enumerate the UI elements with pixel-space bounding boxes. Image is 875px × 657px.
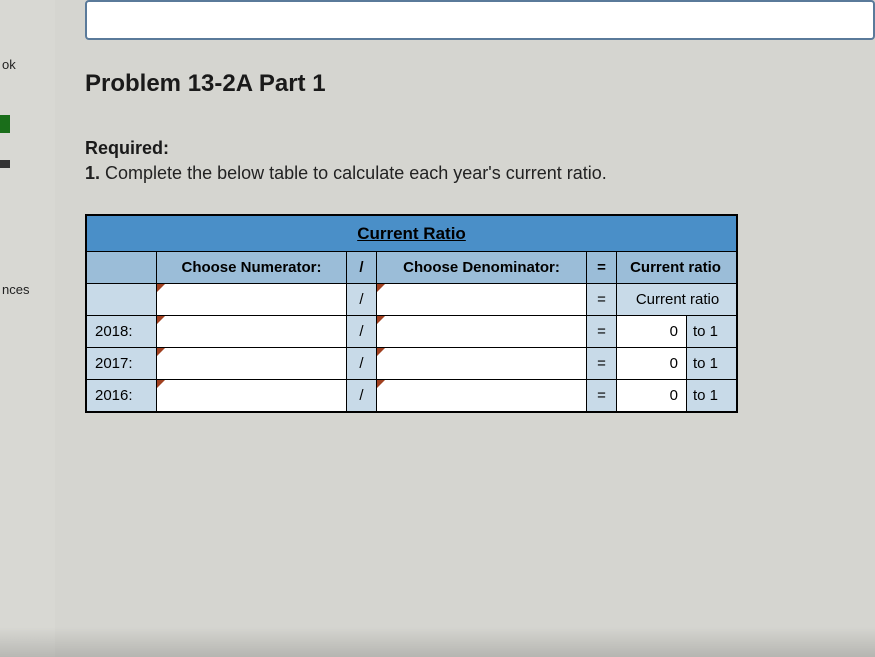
row2-numerator-input[interactable] <box>157 348 347 380</box>
row0-numerator-input[interactable] <box>157 284 347 316</box>
row1-value: 0 <box>617 316 687 348</box>
row2-value: 0 <box>617 348 687 380</box>
required-number: 1. <box>85 163 100 183</box>
sidebar-marker-dark <box>0 160 10 168</box>
row3-equals: = <box>587 380 617 412</box>
problem-title: Problem 13-2A Part 1 <box>85 70 865 98</box>
sidebar-label-2: nces <box>0 280 31 299</box>
current-ratio-table: Current Ratio Choose Numerator: / Choose… <box>86 215 737 412</box>
table-row-blank: / = Current ratio <box>87 284 737 316</box>
row3-numerator-input[interactable] <box>157 380 347 412</box>
required-label: Required: <box>85 138 169 158</box>
header-numerator: Choose Numerator: <box>157 252 347 284</box>
row1-denominator-input[interactable] <box>377 316 587 348</box>
header-denominator: Choose Denominator: <box>377 252 587 284</box>
table-row-2018: 2018: / = 0 to 1 <box>87 316 737 348</box>
sidebar-label-1: ok <box>0 55 18 74</box>
table-row-2017: 2017: / = 0 to 1 <box>87 348 737 380</box>
ratio-table-container: Current Ratio Choose Numerator: / Choose… <box>85 214 738 413</box>
bottom-shadow <box>0 627 875 657</box>
row3-year: 2016: <box>87 380 157 412</box>
row2-divider: / <box>347 348 377 380</box>
row0-divider: / <box>347 284 377 316</box>
row1-year: 2018: <box>87 316 157 348</box>
header-year <box>87 252 157 284</box>
table-header-row: Choose Numerator: / Choose Denominator: … <box>87 252 737 284</box>
row2-denominator-input[interactable] <box>377 348 587 380</box>
sidebar-marker-green <box>0 115 10 133</box>
top-input-bar[interactable] <box>85 0 875 40</box>
row2-equals: = <box>587 348 617 380</box>
table-title-cell: Current Ratio <box>87 216 737 252</box>
table-row-2016: 2016: / = 0 to 1 <box>87 380 737 412</box>
required-instruction: 1. Complete the below table to calculate… <box>85 163 865 184</box>
row3-divider: / <box>347 380 377 412</box>
row0-year <box>87 284 157 316</box>
table-title-row: Current Ratio <box>87 216 737 252</box>
required-text-body: Complete the below table to calculate ea… <box>105 163 607 183</box>
row3-to1: to 1 <box>687 380 737 412</box>
row2-year: 2017: <box>87 348 157 380</box>
row1-divider: / <box>347 316 377 348</box>
row1-numerator-input[interactable] <box>157 316 347 348</box>
main-content: Problem 13-2A Part 1 Required: 1. Comple… <box>85 50 865 418</box>
row3-value: 0 <box>617 380 687 412</box>
row0-result: Current ratio <box>617 284 737 316</box>
row1-equals: = <box>587 316 617 348</box>
row0-equals: = <box>587 284 617 316</box>
left-sidebar: ok nces <box>0 0 55 657</box>
row0-denominator-input[interactable] <box>377 284 587 316</box>
required-block: Required: <box>85 138 865 159</box>
row2-to1: to 1 <box>687 348 737 380</box>
header-divider: / <box>347 252 377 284</box>
header-result: Current ratio <box>617 252 737 284</box>
row1-to1: to 1 <box>687 316 737 348</box>
header-equals: = <box>587 252 617 284</box>
row3-denominator-input[interactable] <box>377 380 587 412</box>
